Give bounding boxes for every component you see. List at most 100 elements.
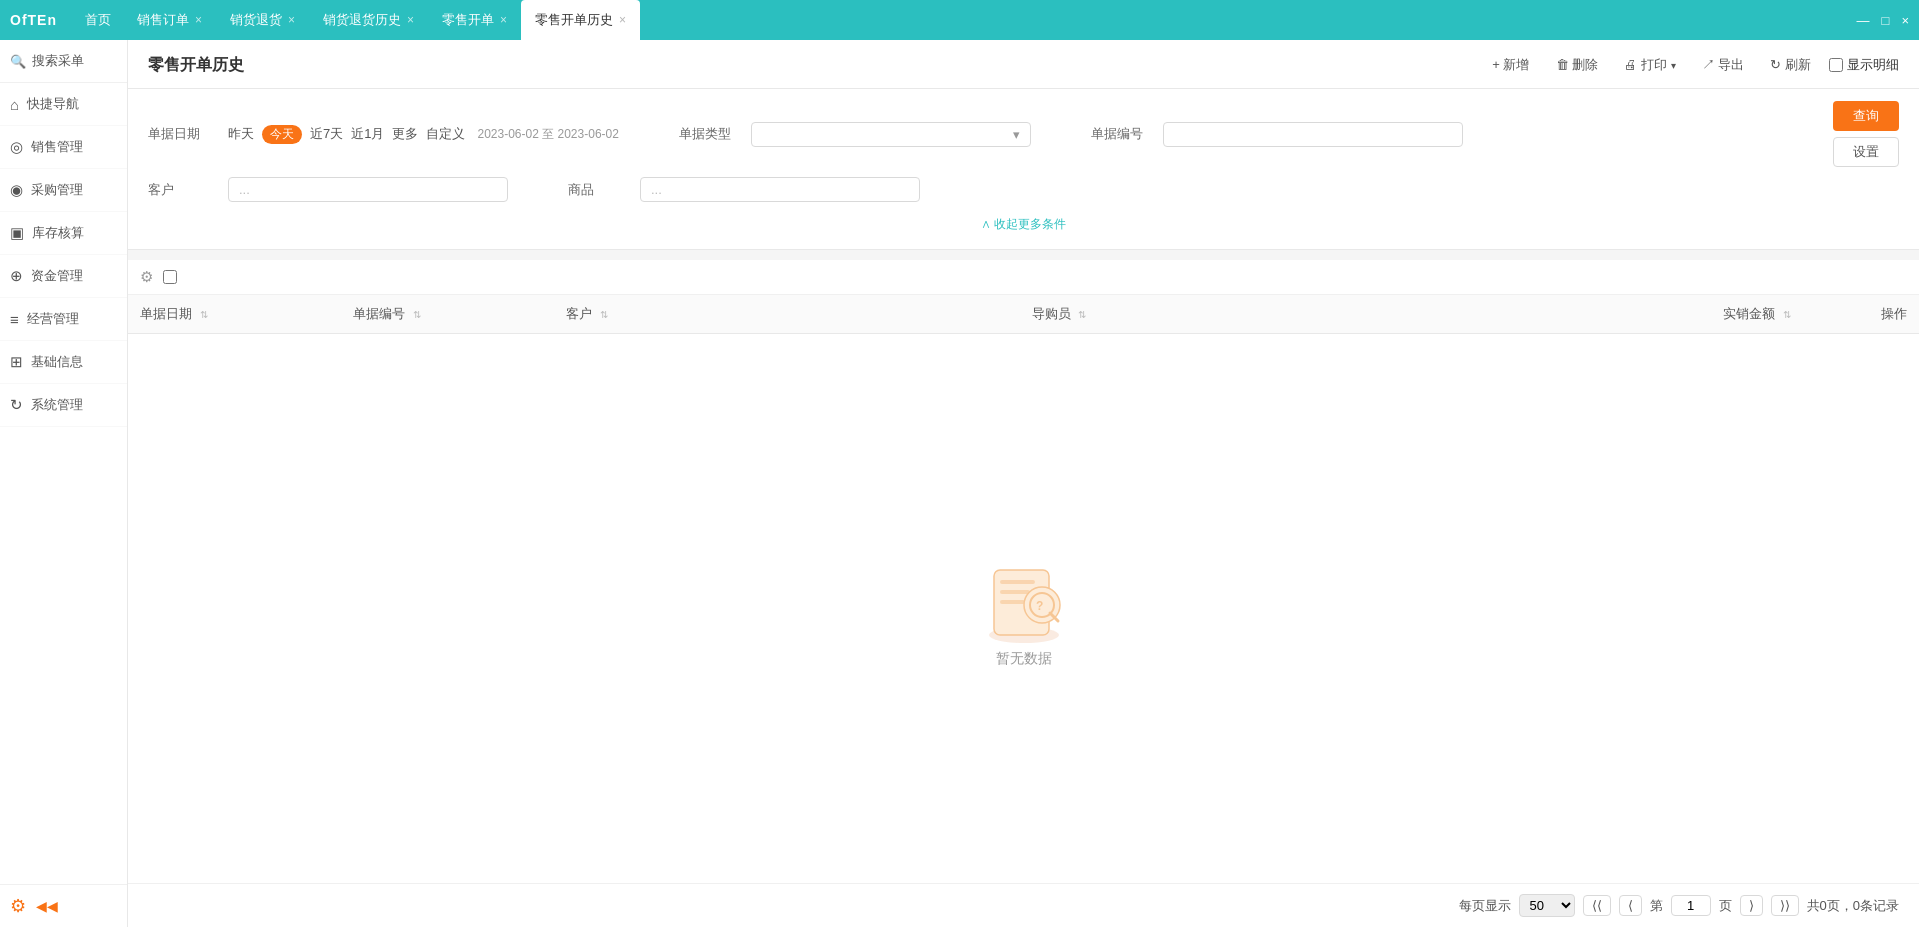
pagination-total: 共0页，0条记录	[1807, 897, 1899, 915]
type-select[interactable]: ▾	[751, 122, 1031, 147]
brand: OfTEn	[10, 12, 57, 28]
date-custom[interactable]: 自定义	[426, 125, 465, 143]
print-dropdown-icon[interactable]: ▾	[1671, 60, 1676, 71]
sidebar-bottom: ⚙ ◀◀	[0, 884, 127, 927]
data-table: 单据日期 ⇅ 单据编号 ⇅ 客户 ⇅	[128, 295, 1919, 334]
sidebar-item-purchase-mgmt[interactable]: ◉ 采购管理	[0, 169, 127, 212]
sidebar-item-system-mgmt[interactable]: ↻ 系统管理	[0, 384, 127, 427]
sidebar-item-finance[interactable]: ⊕ 资金管理	[0, 255, 127, 298]
settings-icon[interactable]: ⚙	[10, 895, 26, 917]
close-tab-retail-open-history[interactable]: ×	[619, 13, 626, 27]
tab-sales-return-history[interactable]: 销货退货历史 ×	[309, 0, 428, 40]
sidebar-search-label: 搜索采单	[32, 52, 84, 70]
sidebar-item-quick-nav[interactable]: ⌂ 快捷导航	[0, 83, 127, 126]
pagination: 每页显示 50 100 200 ⟨⟨ ⟨ 第 1 页 ⟩ ⟩⟩ 共0页，0条记录	[128, 883, 1919, 927]
sidebar-item-inventory[interactable]: ▣ 库存核算	[0, 212, 127, 255]
type-label: 单据类型	[679, 125, 739, 143]
page-header: 零售开单历史 + 新增 🗑 删除 🖨 打印 ▾ ↗ 导出 ↻ 刷新 显示明细	[128, 40, 1919, 89]
per-page-select[interactable]: 50 100 200	[1519, 894, 1575, 917]
empty-text: 暂无数据	[996, 650, 1052, 668]
product-select[interactable]: ...	[640, 177, 920, 202]
close-tab-sales-return[interactable]: ×	[288, 13, 295, 27]
table-toolbar: ⚙	[128, 260, 1919, 295]
collapse-filter-button[interactable]: ∧ 收起更多条件	[148, 212, 1899, 237]
add-button[interactable]: + 新增	[1484, 52, 1537, 78]
type-select-arrow: ▾	[1013, 127, 1020, 142]
sort-amount-icon: ⇅	[1783, 309, 1791, 320]
sort-salesperson-icon: ⇅	[1078, 309, 1086, 320]
sidebar: 🔍 搜索采单 ⌂ 快捷导航 ◎ 销售管理 ◉ 采购管理 ▣ 库存核算 ⊕ 资金管…	[0, 40, 128, 927]
sort-date-icon: ⇅	[200, 309, 208, 320]
system-icon: ↻	[10, 396, 23, 414]
next-page-button[interactable]: ⟩	[1740, 895, 1763, 916]
sort-no-icon: ⇅	[413, 309, 421, 320]
product-label: 商品	[568, 181, 628, 199]
sidebar-item-sales-mgmt[interactable]: ◎ 销售管理	[0, 126, 127, 169]
tab-sales-order[interactable]: 销售订单 ×	[123, 0, 216, 40]
col-salesperson[interactable]: 导购员 ⇅	[1020, 295, 1203, 334]
tab-home[interactable]: 首页	[73, 0, 123, 40]
sidebar-item-label: 经营管理	[27, 310, 79, 328]
date-7days[interactable]: 近7天	[310, 125, 343, 143]
sidebar-item-label: 系统管理	[31, 396, 83, 414]
sidebar-search[interactable]: 🔍 搜索采单	[0, 40, 127, 83]
date-more[interactable]: 更多	[392, 125, 418, 143]
refresh-button[interactable]: ↻ 刷新	[1762, 52, 1819, 78]
export-button[interactable]: ↗ 导出	[1694, 52, 1753, 78]
customer-dots: ...	[239, 182, 250, 197]
date-yesterday[interactable]: 昨天	[228, 125, 254, 143]
collapse-sidebar-icon[interactable]: ◀◀	[36, 898, 58, 914]
date-1month[interactable]: 近1月	[351, 125, 384, 143]
basic-info-icon: ⊞	[10, 353, 23, 371]
col-date[interactable]: 单据日期 ⇅	[128, 295, 341, 334]
last-page-button[interactable]: ⟩⟩	[1771, 895, 1799, 916]
window-maximize[interactable]: □	[1882, 13, 1890, 28]
sidebar-item-label: 资金管理	[31, 267, 83, 285]
svg-rect-3	[1000, 590, 1030, 594]
col-action: 操作	[1803, 295, 1919, 334]
svg-rect-4	[1000, 600, 1025, 604]
table-area: ⚙ 单据日期 ⇅ 单据编号 ⇅	[128, 260, 1919, 883]
query-button[interactable]: 查询	[1833, 101, 1899, 131]
window-close[interactable]: ×	[1901, 13, 1909, 28]
close-tab-retail-open[interactable]: ×	[500, 13, 507, 27]
purchase-icon: ◉	[10, 181, 23, 199]
column-settings-icon[interactable]: ⚙	[140, 268, 153, 286]
tab-sales-return[interactable]: 销货退货 ×	[216, 0, 309, 40]
page-prefix: 第	[1650, 897, 1663, 915]
sales-icon: ◎	[10, 138, 23, 156]
col-customer[interactable]: 客户 ⇅	[554, 295, 1019, 334]
prev-page-button[interactable]: ⟨	[1619, 895, 1642, 916]
order-no-label: 单据编号	[1091, 125, 1151, 143]
print-button[interactable]: 🖨 打印 ▾	[1616, 52, 1684, 78]
order-no-input[interactable]	[1163, 122, 1463, 147]
delete-button[interactable]: 🗑 删除	[1548, 52, 1607, 78]
search-icon: 🔍	[10, 54, 26, 69]
display-detail-input[interactable]	[1829, 58, 1843, 72]
tab-retail-open-history[interactable]: 零售开单历史 ×	[521, 0, 640, 40]
window-controls: — □ ×	[1857, 13, 1909, 28]
operations-icon: ≡	[10, 311, 19, 328]
page-suffix: 页	[1719, 897, 1732, 915]
select-all-checkbox[interactable]	[163, 270, 177, 284]
col-amount[interactable]: 实销金额 ⇅	[1203, 295, 1803, 334]
empty-state: ? 暂无数据	[128, 334, 1919, 883]
sidebar-item-basic-info[interactable]: ⊞ 基础信息	[0, 341, 127, 384]
date-range-display: 2023-06-02 至 2023-06-02	[477, 126, 618, 143]
window-minimize[interactable]: —	[1857, 13, 1870, 28]
display-detail-checkbox[interactable]: 显示明细	[1829, 56, 1899, 74]
close-tab-sales-order[interactable]: ×	[195, 13, 202, 27]
close-tab-sales-return-history[interactable]: ×	[407, 13, 414, 27]
sort-customer-icon: ⇅	[600, 309, 608, 320]
sidebar-item-operations[interactable]: ≡ 经营管理	[0, 298, 127, 341]
tab-retail-open[interactable]: 零售开单 ×	[428, 0, 521, 40]
customer-select[interactable]: ...	[228, 177, 508, 202]
content-area: 零售开单历史 + 新增 🗑 删除 🖨 打印 ▾ ↗ 导出 ↻ 刷新 显示明细	[128, 40, 1919, 927]
date-shortcuts: 昨天 今天 近7天 近1月 更多 自定义 2023-06-02 至 2023-0…	[228, 125, 619, 144]
first-page-button[interactable]: ⟨⟨	[1583, 895, 1611, 916]
col-no[interactable]: 单据编号 ⇅	[341, 295, 554, 334]
page-input[interactable]: 1	[1671, 895, 1711, 916]
finance-icon: ⊕	[10, 267, 23, 285]
date-today[interactable]: 今天	[262, 125, 302, 144]
setting-button[interactable]: 设置	[1833, 137, 1899, 167]
